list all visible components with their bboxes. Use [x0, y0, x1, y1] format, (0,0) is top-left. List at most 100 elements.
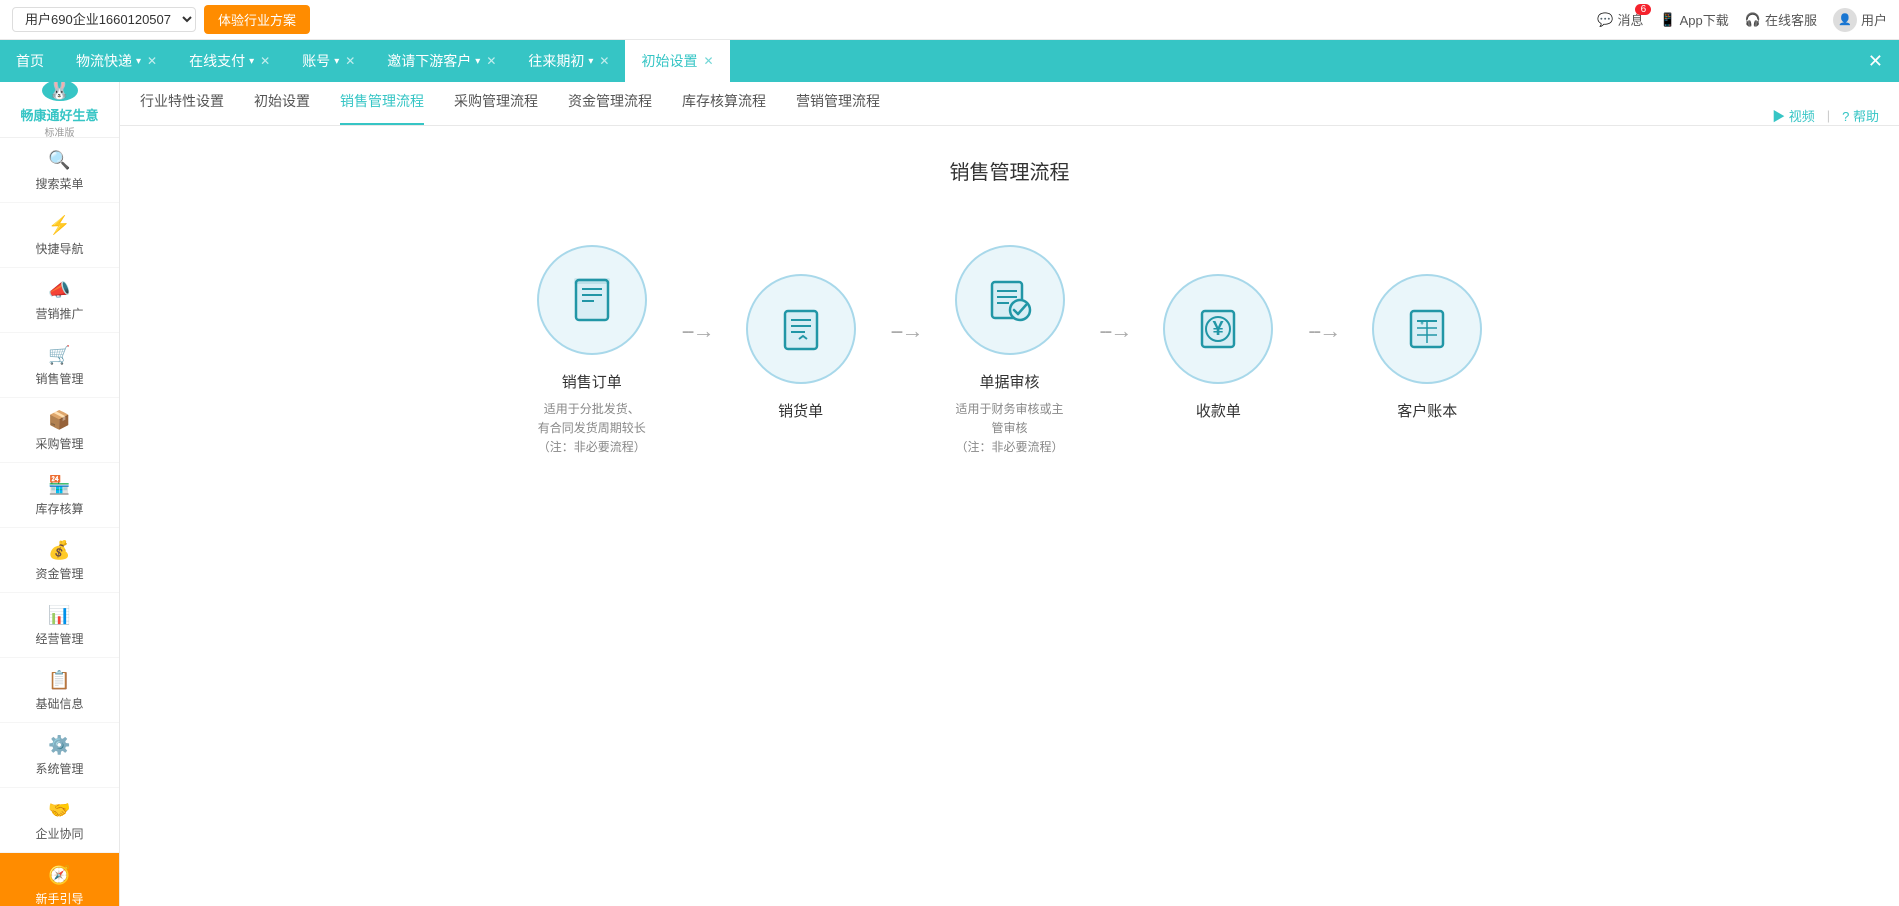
video-label: 视频: [1789, 109, 1815, 124]
sidebar-item-newguide-label: 新手引导: [35, 890, 83, 906]
flow-item-sales-order-desc: 适用于分批发货、有合同发货周期较长（注：非必要流程）: [538, 400, 646, 458]
sidebar-item-purchase-label: 采购管理: [35, 435, 83, 452]
sub-tab-finance-flow-label: 资金管理流程: [568, 91, 652, 111]
sidebar-item-inventory[interactable]: 🏪 库存核算: [0, 463, 119, 528]
sidebar-item-newguide[interactable]: 🧭 新手引导: [0, 853, 119, 906]
nav-close-all[interactable]: ✕: [1852, 51, 1899, 72]
sidebar-logo-sub: 标准版: [45, 124, 75, 139]
tab-period-close[interactable]: ✕: [599, 54, 609, 68]
flow-circle-audit: [955, 245, 1065, 355]
sub-tab-purchase-flow[interactable]: 采购管理流程: [454, 82, 538, 125]
tab-logistics[interactable]: 物流快递 ▾ ✕: [60, 40, 173, 82]
flow-item-receipt-title: 收款单: [1196, 400, 1241, 421]
order-icon: [566, 274, 618, 326]
tab-home-label: 首页: [16, 51, 44, 71]
video-icon: ▶: [1772, 109, 1785, 124]
flow-item-sales-invoice[interactable]: 销货单: [721, 274, 881, 429]
tab-logistics-arrow: ▾: [136, 56, 141, 67]
trial-btn[interactable]: 体验行业方案: [204, 5, 310, 34]
service-icon: 🎧: [1745, 12, 1761, 28]
help-link[interactable]: ? 帮助: [1842, 106, 1879, 125]
flow-item-sales-order[interactable]: 销售订单 适用于分批发货、有合同发货周期较长（注：非必要流程）: [512, 245, 672, 458]
tab-payment-arrow: ▾: [249, 56, 254, 67]
invoice-icon: [775, 303, 827, 355]
sub-tab-sales-flow-label: 销售管理流程: [340, 91, 424, 111]
sidebar-item-finance[interactable]: 💰 资金管理: [0, 528, 119, 593]
logo-icon: 🐰: [48, 82, 70, 101]
message-badge: 6: [1635, 4, 1651, 15]
sidebar-item-quicknav[interactable]: ⚡ 快捷导航: [0, 203, 119, 268]
newguide-icon: 🧭: [48, 865, 70, 886]
sidebar-item-system[interactable]: ⚙️ 系统管理: [0, 723, 119, 788]
tab-payment[interactable]: 在线支付 ▾ ✕: [173, 40, 286, 82]
sub-tab-sales-flow[interactable]: 销售管理流程: [340, 82, 424, 125]
sidebar-item-purchase[interactable]: 📦 采购管理: [0, 398, 119, 463]
sidebar-item-basic[interactable]: 📋 基础信息: [0, 658, 119, 723]
flow-arrow-2: - - →: [881, 318, 930, 344]
tab-payment-close[interactable]: ✕: [260, 54, 270, 68]
sidebar-item-business[interactable]: 📊 经营管理: [0, 593, 119, 658]
flow-item-audit-title: 单据审核: [979, 371, 1039, 392]
tab-period[interactable]: 往来期初 ▾ ✕: [512, 40, 625, 82]
sub-tab-finance-flow[interactable]: 资金管理流程: [568, 82, 652, 125]
user-avatar-btn[interactable]: 👤 用户: [1833, 8, 1887, 32]
video-link[interactable]: ▶ 视频: [1772, 106, 1815, 125]
sales-icon: 🛒: [48, 345, 70, 366]
tab-account[interactable]: 账号 ▾ ✕: [286, 40, 371, 82]
sidebar-item-search-label: 搜索菜单: [35, 175, 83, 192]
sub-tab-inventory-flow-label: 库存核算流程: [682, 91, 766, 111]
online-service-btn[interactable]: 🎧 在线客服: [1745, 10, 1817, 29]
sidebar-item-search[interactable]: 🔍 搜索菜单: [0, 138, 119, 203]
sidebar-logo-title: 畅康通好生意: [20, 105, 98, 124]
sidebar-item-marketing[interactable]: 📣 营销推广: [0, 268, 119, 333]
flow-item-customer-ledger[interactable]: ¥ 客户账本: [1347, 274, 1507, 429]
flow-item-audit[interactable]: 单据审核 适用于财务审核或主管审核（注：非必要流程）: [930, 245, 1090, 458]
help-label: 帮助: [1853, 109, 1879, 124]
tab-init[interactable]: 初始设置 ✕: [625, 40, 729, 82]
content-area: 行业特性设置 初始设置 销售管理流程 采购管理流程 资金管理流程 库存核算流程 …: [120, 82, 1899, 906]
flow-item-audit-desc: 适用于财务审核或主管审核（注：非必要流程）: [955, 400, 1063, 458]
tab-period-arrow: ▾: [588, 56, 593, 67]
user-select[interactable]: 用户690企业1660120507: [12, 7, 196, 32]
sub-tab-purchase-flow-label: 采购管理流程: [454, 91, 538, 111]
sub-tab-industry-label: 行业特性设置: [140, 91, 224, 111]
tab-home[interactable]: 首页: [0, 40, 60, 82]
message-btn[interactable]: 💬 消息 6: [1597, 10, 1643, 29]
sub-tab-initial-label: 初始设置: [254, 91, 310, 111]
app-download-label: App下载: [1680, 10, 1729, 29]
sidebar-item-basic-label: 基础信息: [35, 695, 83, 712]
flow-item-sales-invoice-title: 销货单: [778, 400, 823, 421]
business-icon: 📊: [48, 605, 70, 626]
sidebar: 🐰 畅康通好生意 标准版 🔍 搜索菜单 ⚡ 快捷导航 📣 营销推广 🛒 销售管理…: [0, 82, 120, 906]
sub-tab-initial[interactable]: 初始设置: [254, 82, 310, 125]
divider: |: [1827, 108, 1830, 123]
audit-icon: [984, 274, 1036, 326]
tab-invite-close[interactable]: ✕: [486, 54, 496, 68]
tab-invite[interactable]: 邀请下游客户 ▾ ✕: [371, 40, 512, 82]
sidebar-item-enterprise[interactable]: 🤝 企业协同: [0, 788, 119, 853]
top-bar-right: 💬 消息 6 📱 App下载 🎧 在线客服 👤 用户: [1597, 8, 1887, 32]
tab-account-arrow: ▾: [334, 56, 339, 67]
app-download-btn[interactable]: 📱 App下载: [1659, 10, 1728, 29]
tab-init-close[interactable]: ✕: [703, 54, 713, 68]
flow-item-receipt[interactable]: ¥ 收款单: [1138, 274, 1298, 429]
service-label: 在线客服: [1765, 10, 1817, 29]
sub-tab-marketing-flow[interactable]: 营销管理流程: [796, 82, 880, 125]
sub-tab-industry[interactable]: 行业特性设置: [140, 82, 224, 125]
finance-icon: 💰: [48, 540, 70, 561]
purchase-icon: 📦: [48, 410, 70, 431]
sub-tab-inventory-flow[interactable]: 库存核算流程: [682, 82, 766, 125]
flow-arrow-1: - - →: [672, 318, 721, 344]
user-label: 用户: [1861, 10, 1887, 29]
flow-item-sales-order-title: 销售订单: [562, 371, 622, 392]
quicknav-icon: ⚡: [48, 215, 70, 236]
marketing-icon: 📣: [48, 280, 70, 301]
tab-account-close[interactable]: ✕: [345, 54, 355, 68]
svg-text:¥: ¥: [1213, 318, 1225, 340]
tab-logistics-close[interactable]: ✕: [147, 54, 157, 68]
tab-period-label: 往来期初: [528, 51, 584, 71]
receipt-icon: ¥: [1192, 303, 1244, 355]
sidebar-item-sales[interactable]: 🛒 销售管理: [0, 333, 119, 398]
help-icon: ?: [1842, 109, 1849, 124]
flow-item-customer-ledger-title: 客户账本: [1397, 400, 1457, 421]
